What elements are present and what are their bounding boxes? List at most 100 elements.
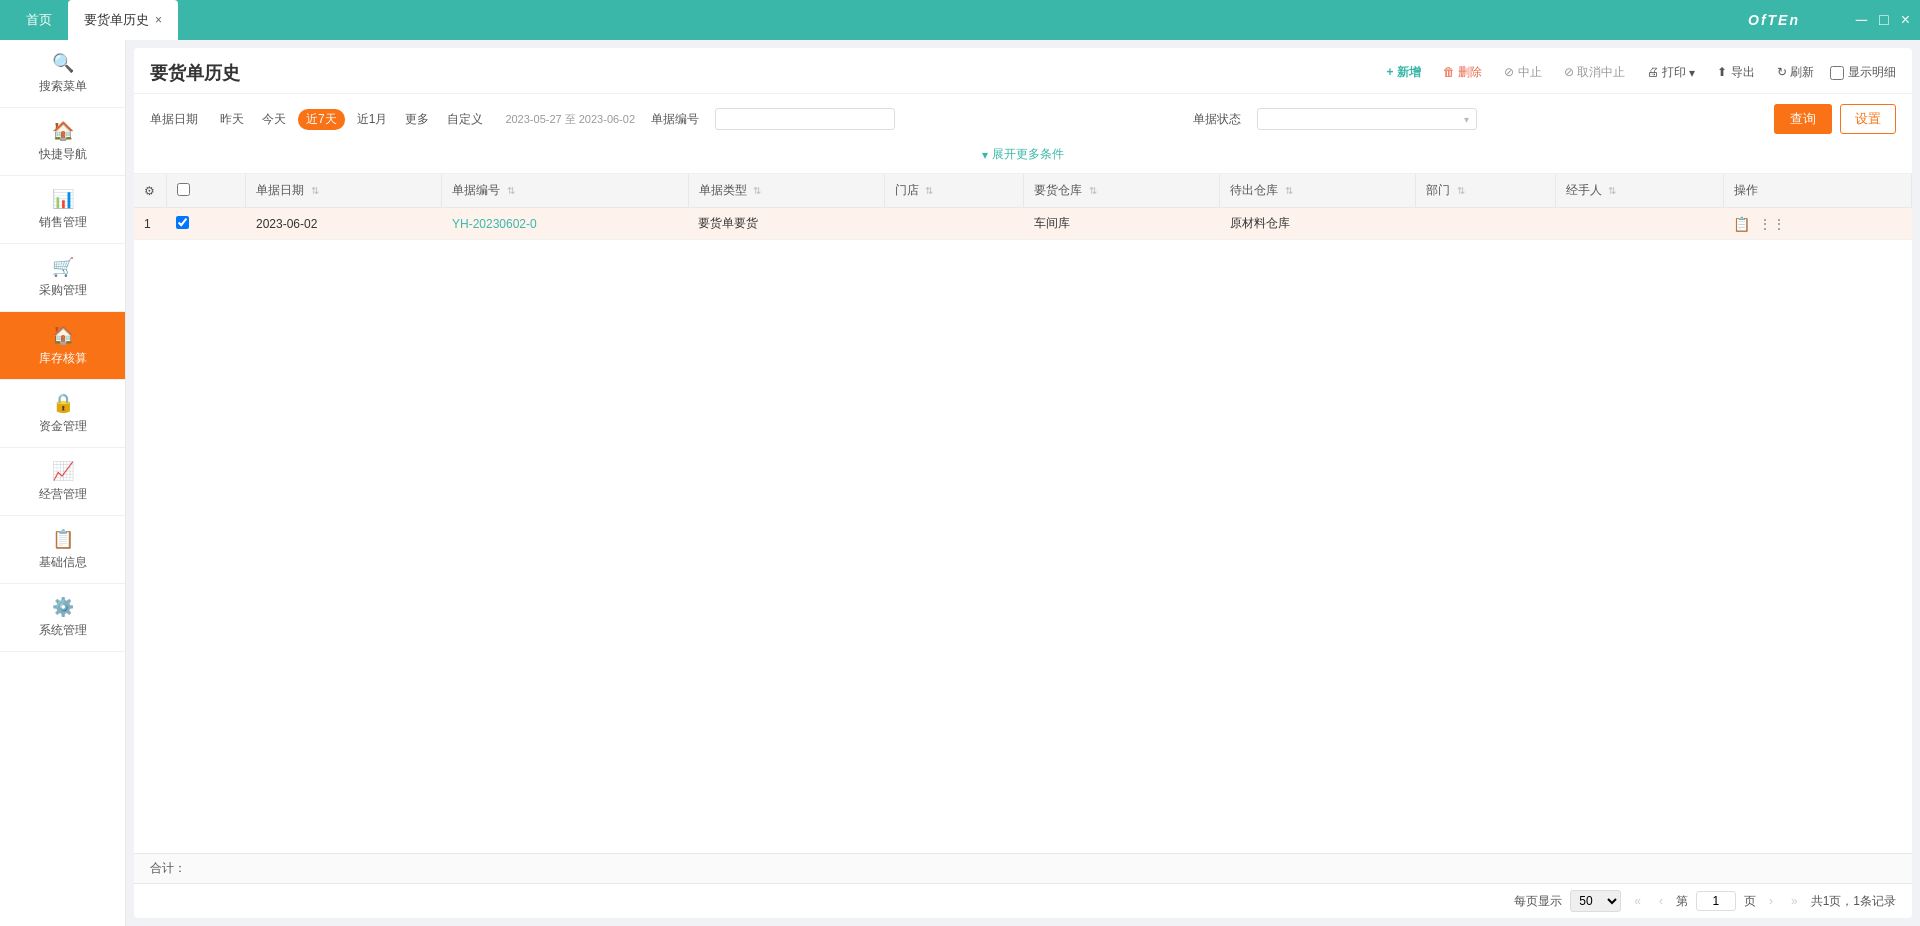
date-btn-1month[interactable]: 近1月: [351, 109, 394, 130]
page-suffix: 页: [1744, 893, 1756, 910]
toolbar: + 新增 🗑 删除 ⊘ 中止 ⊘ 取消中止 🖨 打印 ▾ ⬆ 导出 ↻ 刷新 显…: [1381, 60, 1896, 85]
col-doc-type-sort-icon[interactable]: ⇅: [753, 185, 761, 196]
row-req-warehouse: 车间库: [1024, 208, 1220, 240]
settings-button[interactable]: 设置: [1840, 104, 1896, 134]
sidebar-item-purchase-mgmt[interactable]: 🛒 采购管理: [0, 244, 125, 312]
operations-mgmt-icon: 📈: [52, 460, 74, 482]
doc-status-label: 单据状态: [1193, 111, 1241, 128]
page-prev-btn[interactable]: ‹: [1654, 892, 1668, 910]
window-controls: ─ □ ×: [1856, 11, 1910, 29]
data-table: ⚙ 单据日期 ⇅ 单据编号 ⇅ 单据类型 ⇅: [134, 174, 1912, 240]
sidebar-item-inventory[interactable]: 🏠 库存核算: [0, 312, 125, 380]
sidebar-item-label: 库存核算: [39, 350, 87, 367]
sidebar-item-sales-mgmt[interactable]: 📊 销售管理: [0, 176, 125, 244]
sidebar-item-label: 快捷导航: [39, 146, 87, 163]
col-store-sort-icon[interactable]: ⇅: [925, 185, 933, 196]
page-number-input[interactable]: [1696, 891, 1736, 911]
main-layout: 🔍 搜索菜单 🏠 快捷导航 📊 销售管理 🛒 采购管理 🏠 库存核算 🔒 资金管…: [0, 40, 1920, 926]
table-row: 1 2023-06-02 YH-20230602-0 要货单要货 车间库 原材料…: [134, 208, 1912, 240]
inventory-icon: 🏠: [52, 324, 74, 346]
print-button[interactable]: 🖨 打印 ▾: [1641, 60, 1701, 85]
maximize-icon[interactable]: □: [1879, 11, 1889, 29]
doc-status-input[interactable]: [1257, 108, 1477, 130]
sidebar-item-finance-mgmt[interactable]: 🔒 资金管理: [0, 380, 125, 448]
new-button[interactable]: + 新增: [1381, 60, 1427, 85]
row-doc-number: YH-20230602-0: [442, 208, 688, 240]
sidebar-item-label: 基础信息: [39, 554, 87, 571]
expand-more-btn[interactable]: ▾ 展开更多条件: [150, 142, 1896, 167]
sidebar-item-search-menu[interactable]: 🔍 搜索菜单: [0, 40, 125, 108]
sidebar-item-label: 搜索菜单: [39, 78, 87, 95]
row-actions: 📋 ⋮⋮: [1723, 208, 1911, 240]
export-button[interactable]: ⬆ 导出: [1711, 60, 1760, 85]
col-pending-warehouse-sort-icon[interactable]: ⇅: [1285, 185, 1293, 196]
content-area: 要货单历史 + 新增 🗑 删除 ⊘ 中止 ⊘ 取消中止 🖨 打印 ▾ ⬆ 导出 …: [134, 48, 1912, 918]
sales-mgmt-icon: 📊: [52, 188, 74, 210]
date-btn-custom[interactable]: 自定义: [441, 109, 489, 130]
col-store: 门店 ⇅: [884, 174, 1024, 208]
tab-bar: 首页 要货单历史 ×: [10, 0, 178, 40]
search-menu-icon: 🔍: [52, 52, 74, 74]
sidebar-item-system-mgmt[interactable]: ⚙️ 系统管理: [0, 584, 125, 652]
close-icon[interactable]: ×: [1901, 11, 1910, 29]
per-page-select[interactable]: 50 100 200: [1570, 890, 1621, 912]
row-edit-icon[interactable]: 📋: [1733, 216, 1750, 232]
doc-number-link[interactable]: YH-20230602-0: [452, 217, 537, 231]
col-doc-number-sort-icon[interactable]: ⇅: [507, 185, 515, 196]
date-filter-label: 单据日期: [150, 111, 198, 128]
date-btn-more[interactable]: 更多: [399, 109, 435, 130]
filter-bar: 单据日期 昨天 今天 近7天 近1月 更多 自定义 2023-05-27 至 2…: [134, 94, 1912, 174]
row-checkbox: [166, 208, 246, 240]
col-settings[interactable]: ⚙: [134, 174, 166, 208]
row-handler: [1555, 208, 1723, 240]
cancel-stop-button[interactable]: ⊘ 取消中止: [1558, 60, 1631, 85]
date-btn-today[interactable]: 今天: [256, 109, 292, 130]
col-handler-sort-icon[interactable]: ⇅: [1608, 185, 1616, 196]
col-department: 部门 ⇅: [1416, 174, 1556, 208]
show-detail-toggle[interactable]: 显示明细: [1830, 64, 1896, 81]
col-doc-date: 单据日期 ⇅: [246, 174, 442, 208]
date-btn-yesterday[interactable]: 昨天: [214, 109, 250, 130]
quick-nav-icon: 🏠: [52, 120, 74, 142]
row-select-checkbox[interactable]: [176, 216, 189, 229]
col-req-warehouse-sort-icon[interactable]: ⇅: [1089, 185, 1097, 196]
doc-status-dropdown-icon: ▾: [1464, 114, 1469, 125]
tab-close-icon[interactable]: ×: [155, 13, 162, 27]
col-checkbox: [166, 174, 246, 208]
date-btn-7days[interactable]: 近7天: [298, 109, 345, 130]
sidebar-item-operations-mgmt[interactable]: 📈 经营管理: [0, 448, 125, 516]
expand-more-icon: ▾: [982, 148, 988, 162]
filter-row-1: 单据日期 昨天 今天 近7天 近1月 更多 自定义 2023-05-27 至 2…: [150, 104, 1896, 134]
table-footer: 合计：: [134, 853, 1912, 883]
row-index: 1: [134, 208, 166, 240]
sidebar-item-basic-info[interactable]: 📋 基础信息: [0, 516, 125, 584]
row-more-icon[interactable]: ⋮⋮: [1758, 216, 1786, 232]
brand-label: OfTEn: [1748, 12, 1800, 28]
date-range-display: 2023-05-27 至 2023-06-02: [505, 112, 635, 127]
refresh-button[interactable]: ↻ 刷新: [1771, 60, 1820, 85]
tab-purchase-history[interactable]: 要货单历史 ×: [68, 0, 178, 40]
col-doc-date-sort-icon[interactable]: ⇅: [311, 185, 319, 196]
show-detail-checkbox[interactable]: [1830, 66, 1844, 80]
sidebar-item-label: 销售管理: [39, 214, 87, 231]
stop-button[interactable]: ⊘ 中止: [1498, 60, 1547, 85]
tab-home[interactable]: 首页: [10, 0, 68, 40]
sidebar-item-quick-nav[interactable]: 🏠 快捷导航: [0, 108, 125, 176]
page-first-btn[interactable]: «: [1629, 892, 1646, 910]
page-last-btn[interactable]: »: [1786, 892, 1803, 910]
row-store: [884, 208, 1024, 240]
select-all-checkbox[interactable]: [177, 183, 190, 196]
filter-actions: 查询 设置: [1774, 104, 1896, 134]
delete-button[interactable]: 🗑 删除: [1437, 60, 1488, 85]
query-button[interactable]: 查询: [1774, 104, 1832, 134]
minimize-icon[interactable]: ─: [1856, 11, 1867, 29]
sidebar-item-label: 资金管理: [39, 418, 87, 435]
page-title: 要货单历史: [150, 61, 240, 85]
col-doc-number: 单据编号 ⇅: [442, 174, 688, 208]
col-department-sort-icon[interactable]: ⇅: [1457, 185, 1465, 196]
doc-number-input[interactable]: [715, 108, 895, 130]
sidebar-item-label: 采购管理: [39, 282, 87, 299]
print-dropdown-icon: ▾: [1689, 66, 1695, 80]
page-next-btn[interactable]: ›: [1764, 892, 1778, 910]
sidebar: 🔍 搜索菜单 🏠 快捷导航 📊 销售管理 🛒 采购管理 🏠 库存核算 🔒 资金管…: [0, 40, 126, 926]
